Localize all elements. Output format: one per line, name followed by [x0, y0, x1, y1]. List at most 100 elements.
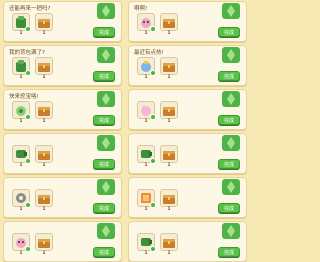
reward-item: 1 — [35, 101, 53, 123]
reward-count: 1 — [42, 118, 46, 123]
quest-card: 1 1 完成 — [128, 133, 247, 174]
reward-count: 1 — [144, 118, 148, 123]
chest-icon — [163, 19, 175, 28]
reward-item: 1 — [35, 13, 53, 35]
chest-icon — [163, 239, 175, 248]
reward-item: 1 — [12, 57, 31, 79]
leaf-badge-icon — [97, 223, 115, 239]
quest-card: 最近有点热! 1 1 完成 — [128, 45, 247, 86]
leaf-badge-icon — [97, 91, 115, 107]
claim-button[interactable]: 完成 — [218, 203, 240, 213]
reward-item: 1 — [35, 57, 53, 79]
leaf-badge-icon — [222, 47, 240, 63]
quest-title: 啊啊! — [134, 6, 148, 12]
claim-button[interactable]: 完成 — [218, 247, 240, 257]
chest-icon — [163, 151, 175, 160]
reward-item: 1 — [160, 145, 178, 167]
quest-card: 1 1 完成 — [3, 133, 122, 174]
claim-button[interactable]: 完成 — [218, 71, 240, 81]
reward-count: 1 — [42, 74, 46, 79]
check-icon — [150, 114, 156, 120]
reward-item: 1 — [35, 233, 53, 255]
reward-item: 1 — [137, 233, 156, 255]
reward-count: 1 — [42, 206, 46, 211]
check-icon — [25, 70, 31, 76]
reward-item: 1 — [137, 189, 156, 211]
check-icon — [25, 114, 31, 120]
chest-icon — [38, 63, 50, 72]
quest-card: 1 1 完成 — [128, 89, 247, 130]
reward-count: 1 — [144, 162, 148, 167]
reward-item: 1 — [137, 13, 156, 35]
leaf-badge-icon — [97, 47, 115, 63]
leaf-badge-icon — [97, 135, 115, 151]
chest-icon — [38, 195, 50, 204]
reward-item: 1 — [12, 189, 31, 211]
reward-count: 1 — [167, 74, 171, 79]
reward-item: 1 — [12, 233, 31, 255]
quest-card: 我的背包满了? 1 1 完成 — [3, 45, 122, 86]
claim-button[interactable]: 完成 — [93, 159, 115, 169]
reward-item: 1 — [12, 13, 31, 35]
quest-title: 快来挖宝咯! — [9, 94, 39, 100]
check-icon — [25, 202, 31, 208]
claim-button[interactable]: 完成 — [93, 27, 115, 37]
check-icon — [150, 158, 156, 164]
claim-button[interactable]: 完成 — [93, 71, 115, 81]
reward-item: 1 — [160, 233, 178, 255]
check-icon — [25, 246, 31, 252]
reward-count: 1 — [19, 162, 23, 167]
claim-button[interactable]: 完成 — [218, 159, 240, 169]
quest-card: 啊啊! 1 1 完成 — [128, 1, 247, 42]
chest-icon — [163, 195, 175, 204]
claim-button[interactable]: 完成 — [93, 247, 115, 257]
quest-card: 1 1 完成 — [128, 221, 247, 262]
reward-count: 1 — [167, 250, 171, 255]
quest-card: 快来挖宝咯! 1 1 完成 — [3, 89, 122, 130]
leaf-badge-icon — [222, 179, 240, 195]
chest-icon — [163, 63, 175, 72]
reward-count: 1 — [167, 206, 171, 211]
reward-item: 1 — [160, 101, 178, 123]
claim-button[interactable]: 完成 — [93, 203, 115, 213]
check-icon — [150, 26, 156, 32]
reward-item: 1 — [160, 13, 178, 35]
reward-count: 1 — [19, 250, 23, 255]
chest-icon — [163, 107, 175, 116]
claim-button[interactable]: 完成 — [93, 115, 115, 125]
quest-card: 1 1 完成 — [3, 221, 122, 262]
reward-item: 1 — [12, 101, 31, 123]
check-icon — [150, 70, 156, 76]
reward-item: 1 — [137, 101, 156, 123]
reward-count: 1 — [19, 206, 23, 211]
check-icon — [150, 246, 156, 252]
quest-title: 最近有点热! — [134, 50, 164, 56]
reward-item: 1 — [12, 145, 31, 167]
quest-grid: 还能再来一把吗? 1 1 完成 啊啊! 1 1 完成 我的背包满了? 1 1 完… — [0, 0, 250, 262]
reward-item: 1 — [35, 145, 53, 167]
reward-count: 1 — [42, 162, 46, 167]
claim-button[interactable]: 完成 — [218, 27, 240, 37]
reward-count: 1 — [42, 250, 46, 255]
check-icon — [25, 26, 31, 32]
reward-count: 1 — [144, 74, 148, 79]
quest-card: 1 1 完成 — [128, 177, 247, 218]
claim-button[interactable]: 完成 — [218, 115, 240, 125]
leaf-badge-icon — [222, 3, 240, 19]
reward-count: 1 — [19, 74, 23, 79]
reward-count: 1 — [19, 30, 23, 35]
quest-title: 还能再来一把吗? — [9, 6, 51, 12]
leaf-badge-icon — [222, 223, 240, 239]
reward-item: 1 — [137, 57, 156, 79]
reward-item: 1 — [160, 57, 178, 79]
leaf-badge-icon — [222, 135, 240, 151]
chest-icon — [38, 19, 50, 28]
reward-count: 1 — [167, 162, 171, 167]
quest-card: 还能再来一把吗? 1 1 完成 — [3, 1, 122, 42]
check-icon — [150, 202, 156, 208]
leaf-badge-icon — [97, 3, 115, 19]
reward-count: 1 — [144, 250, 148, 255]
chest-icon — [38, 239, 50, 248]
reward-count: 1 — [167, 118, 171, 123]
chest-icon — [38, 107, 50, 116]
